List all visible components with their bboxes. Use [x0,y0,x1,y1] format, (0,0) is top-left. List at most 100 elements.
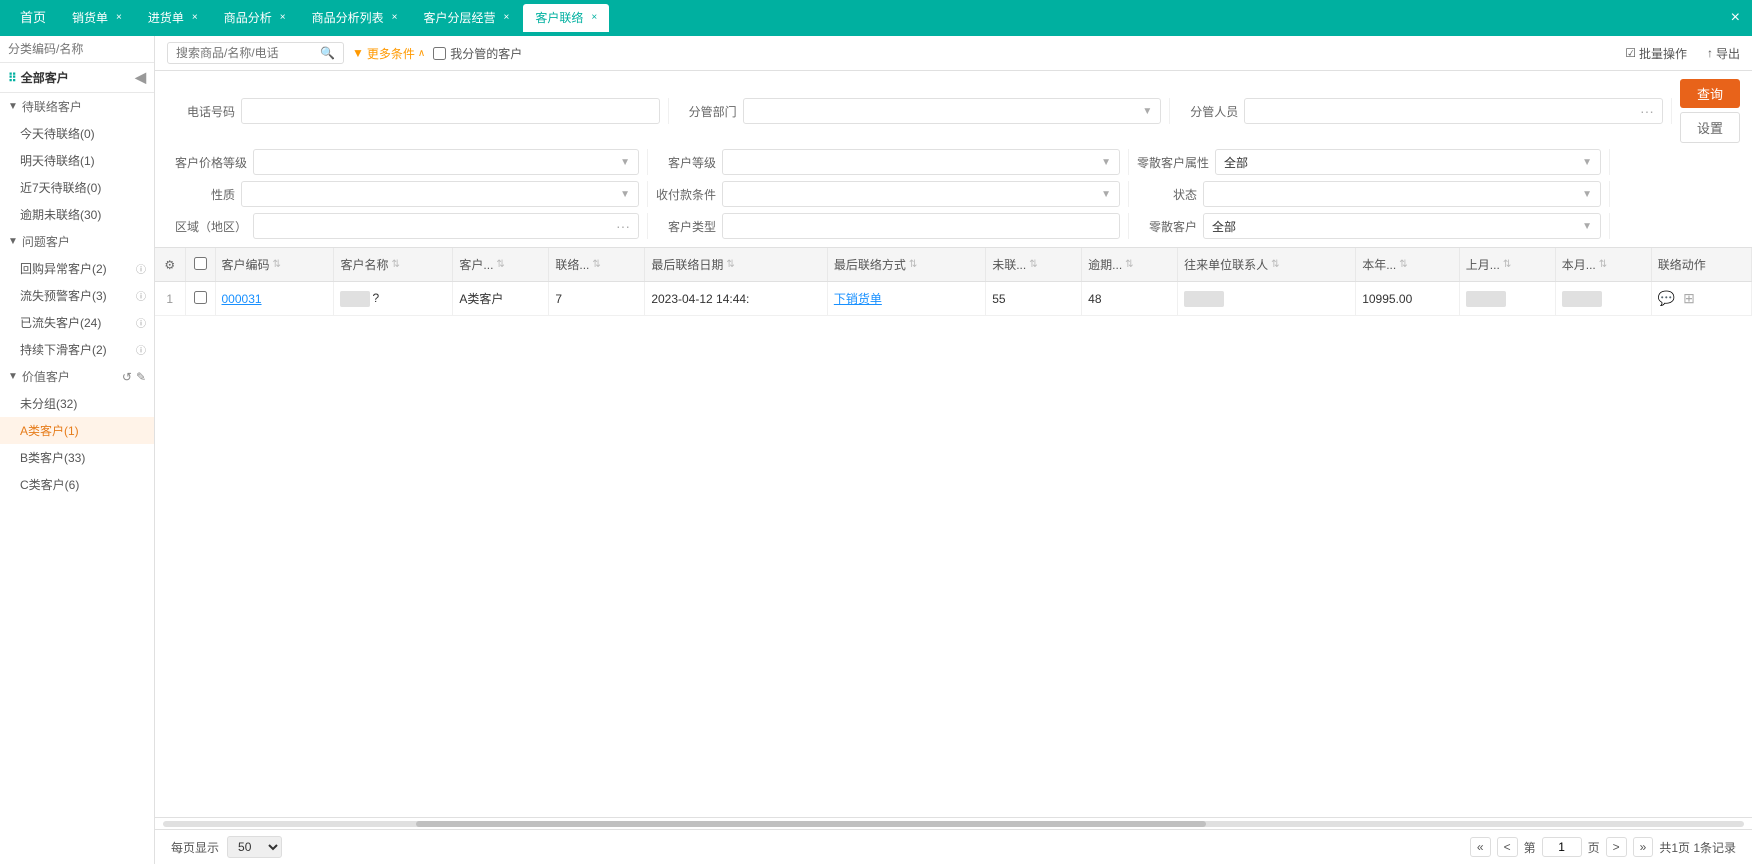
status-select[interactable]: ▼ [1203,181,1601,207]
close-sales-order[interactable]: × [116,4,122,32]
filter-search-input[interactable] [176,46,316,60]
sidebar-item-class-b[interactable]: B类客户(33) [0,444,154,471]
sidebar-item-today-pending[interactable]: 今天待联络(0) [0,120,154,147]
nav-home[interactable]: 首页 [8,4,58,32]
customer-type-text-input[interactable] [731,219,1111,233]
sort-not-contact[interactable]: ⇅ [1029,259,1037,270]
sort-last-month[interactable]: ⇅ [1503,259,1511,270]
close-all-tabs[interactable]: × [1727,5,1744,31]
export-btn[interactable]: ↑ 导出 [1707,45,1740,62]
filter-search-icon[interactable]: 🔍 [320,46,335,60]
close-product-analysis[interactable]: × [280,4,286,32]
close-customer-segment[interactable]: × [503,4,509,32]
sidebar-group-pending: ▼ 待联络客户 今天待联络(0) 明天待联络(1) 近7天待联络(0) 逾期未联… [0,93,154,228]
export-icon: ↑ [1707,46,1713,60]
customer-level-label: 客户等级 [656,154,716,171]
th-checkbox[interactable] [185,248,215,282]
region-input[interactable]: ··· [253,213,639,239]
row-name[interactable]: ? [334,282,453,316]
sort-last-date[interactable]: ⇅ [726,259,734,270]
qr-icon[interactable]: ⊞ [1683,290,1695,307]
nav-sales-order[interactable]: 销货单 × [60,4,134,32]
select-all-checkbox[interactable] [194,257,207,270]
sidebar-item-class-a[interactable]: A类客户(1) [0,417,154,444]
row-last-contact-method[interactable]: 下销货单 [827,282,985,316]
region-dots-icon[interactable]: ··· [616,218,630,234]
sidebar-group-problem-header[interactable]: ▼ 问题客户 [0,228,154,255]
nav-customer-segment[interactable]: 客户分层经营 × [411,4,521,32]
page-number-input[interactable] [1542,837,1582,857]
next-page-btn[interactable]: > [1606,837,1627,857]
sort-this-month[interactable]: ⇅ [1599,259,1607,270]
sidebar-item-overdue-contact[interactable]: 逾期未联络(30) [0,201,154,228]
row-code[interactable]: 000031 [215,282,334,316]
retail-attr-select[interactable]: 全部 ▼ [1215,149,1601,175]
this-month-placeholder [1562,291,1602,307]
row-checkbox[interactable] [194,291,207,304]
phone-text-input[interactable] [250,104,651,118]
page-size-select[interactable]: 10 20 50 100 [227,836,282,858]
th-overdue: 逾期... ⇅ [1082,248,1178,282]
batch-operation-btn[interactable]: ☑ 批量操作 [1625,45,1687,62]
sort-last-method[interactable]: ⇅ [909,259,917,270]
sort-contact-person[interactable]: ⇅ [1271,259,1279,270]
sidebar-item-ungrouped[interactable]: 未分组(32) [0,390,154,417]
retail-customer-select[interactable]: 全部 ▼ [1203,213,1601,239]
dots-icon-person[interactable]: ··· [1640,103,1654,119]
customer-level-select[interactable]: ▼ [722,149,1120,175]
settings-button[interactable]: 设置 [1680,112,1740,143]
close-customer-contact[interactable]: × [591,4,597,32]
sidebar-collapse-btn[interactable]: ◀ [135,69,146,86]
row-checkbox-cell[interactable] [185,282,215,316]
dept-label: 分管部门 [677,103,737,120]
sidebar-group-pending-header[interactable]: ▼ 待联络客户 [0,93,154,120]
gear-icon[interactable]: ⚙ [164,258,175,272]
nav-product-analysis-list[interactable]: 商品分析列表 × [300,4,410,32]
my-customer-filter[interactable]: 我分管的客户 [433,45,522,62]
th-last-contact-date: 最后联络日期 ⇅ [645,248,828,282]
sort-overdue[interactable]: ⇅ [1125,259,1133,270]
my-customer-checkbox[interactable] [433,47,446,60]
sidebar-item-declining[interactable]: 持续下滑客户(2) ⓘ [0,336,154,363]
th-last-month-amount: 上月... ⇅ [1459,248,1555,282]
sidebar-search-input[interactable] [8,42,155,56]
nav-product-analysis[interactable]: 商品分析 × [212,4,298,32]
edit-icon[interactable]: ✎ [136,370,146,384]
sidebar-group-value-header[interactable]: ▼ 价值客户 ↺ ✎ [0,363,154,390]
sidebar-item-class-c[interactable]: C类客户(6) [0,471,154,498]
sidebar-item-churned[interactable]: 已流失客户(24) ⓘ [0,309,154,336]
price-level-select[interactable]: ▼ [253,149,639,175]
filter-phone: 电话号码 [167,98,669,124]
phone-input[interactable] [241,98,660,124]
filter-payment: 收付款条件 ▼ [648,181,1129,207]
contact-method-link[interactable]: 下销货单 [834,292,882,306]
last-page-btn[interactable]: » [1633,837,1654,857]
sort-ctype[interactable]: ⇅ [496,259,504,270]
customer-type-input[interactable] [722,213,1120,239]
query-button[interactable]: 查询 [1680,79,1740,108]
person-input[interactable]: ··· [1244,98,1663,124]
sort-name[interactable]: ⇅ [391,259,399,270]
sidebar-item-repurchase-abnormal[interactable]: 回购异常客户(2) ⓘ [0,255,154,282]
sidebar-item-7days-pending[interactable]: 近7天待联络(0) [0,174,154,201]
close-product-analysis-list[interactable]: × [392,4,398,32]
refresh-icon[interactable]: ↺ [122,370,132,384]
chat-icon[interactable]: 💬 [1658,290,1675,307]
dept-select[interactable]: ▼ [743,98,1162,124]
nav-purchase-order[interactable]: 进货单 × [136,4,210,32]
close-purchase-order[interactable]: × [192,4,198,32]
prev-page-btn[interactable]: < [1497,837,1518,857]
horizontal-scrollbar-thumb[interactable] [416,821,1207,827]
sort-year-amount[interactable]: ⇅ [1399,259,1407,270]
sidebar-item-churn-warning[interactable]: 流失预警客户(3) ⓘ [0,282,154,309]
sidebar-search-area: 🔍 [0,36,154,63]
th-gear[interactable]: ⚙ [155,248,185,282]
payment-select[interactable]: ▼ [722,181,1120,207]
first-page-btn[interactable]: « [1470,837,1491,857]
sort-contact[interactable]: ⇅ [592,259,600,270]
nature-select[interactable]: ▼ [241,181,639,207]
sort-code[interactable]: ⇅ [273,259,281,270]
nav-customer-contact[interactable]: 客户联络 × [523,4,609,32]
filter-more-btn[interactable]: ▼ 更多条件 ∧ [352,45,425,62]
sidebar-item-tomorrow-pending[interactable]: 明天待联络(1) [0,147,154,174]
